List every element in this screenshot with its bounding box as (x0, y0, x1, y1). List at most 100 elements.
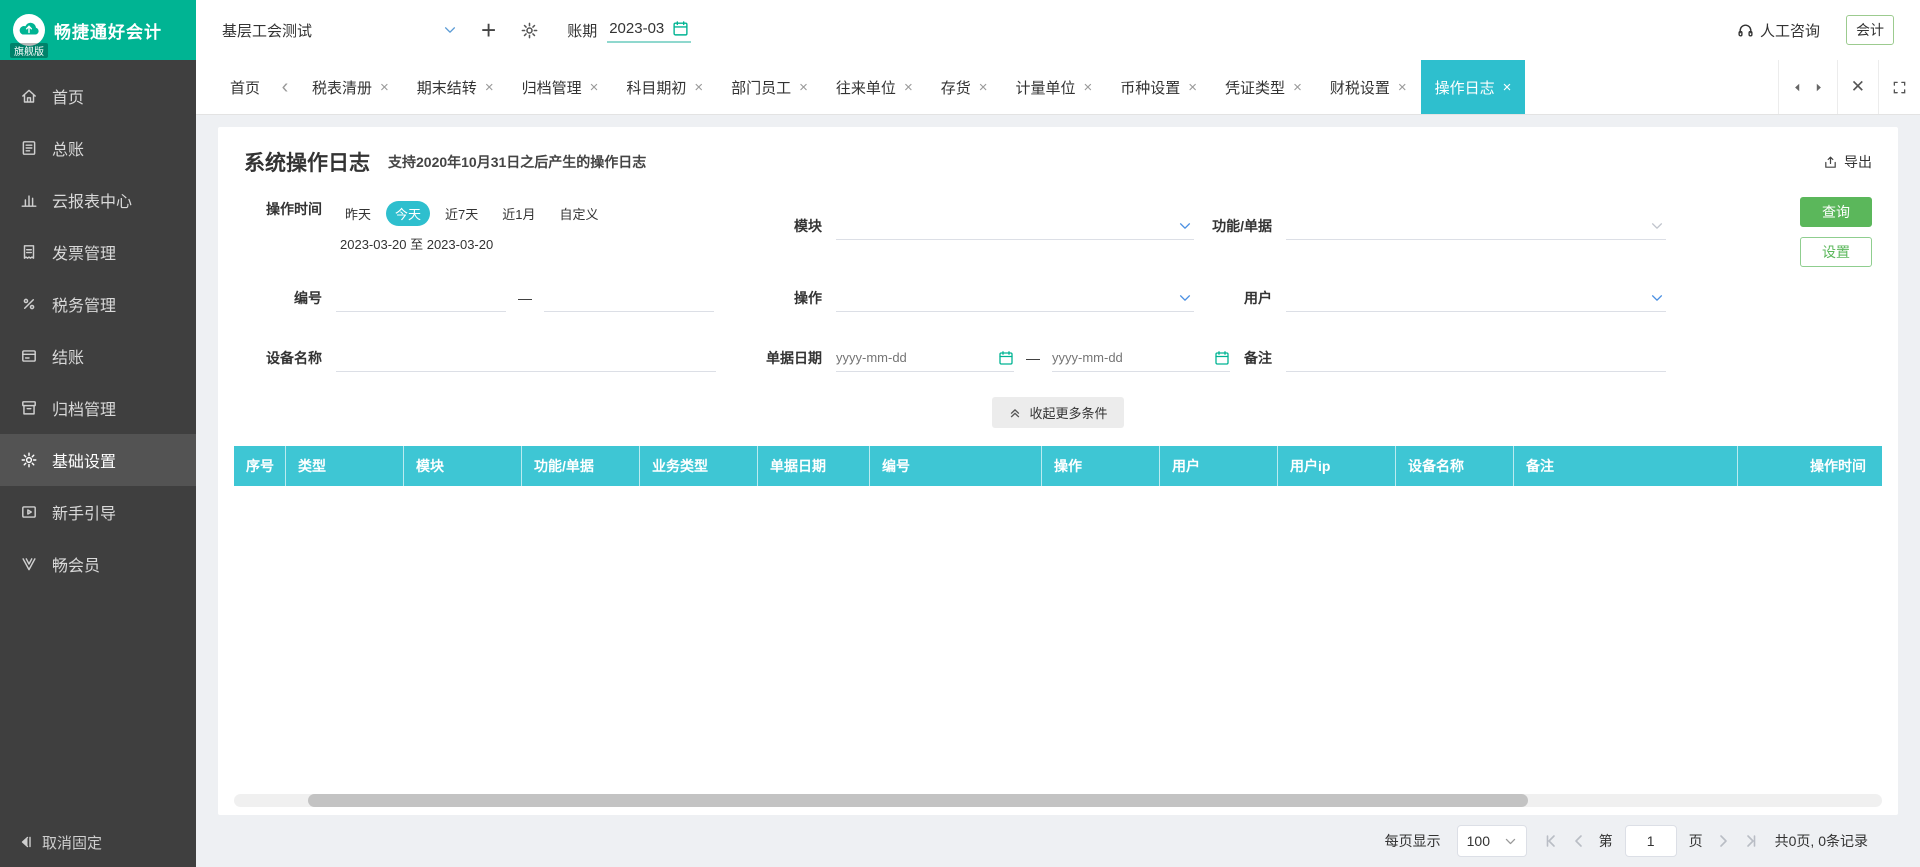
number-from-input[interactable] (336, 284, 506, 312)
tab-close-icon[interactable]: × (1084, 79, 1093, 96)
period-picker[interactable]: 2023-03 (607, 18, 692, 43)
tab-label: 税表清册 (312, 79, 373, 97)
sidebar-item-guide[interactable]: 新手引导 (0, 486, 196, 538)
range-separator: — (518, 290, 532, 306)
sidebar-item-invoice[interactable]: 发票管理 (0, 226, 196, 278)
device-name-input[interactable] (336, 344, 716, 372)
column-header[interactable]: 功能/单据 (522, 446, 640, 486)
close-all-tabs-button[interactable]: ✕ (1836, 60, 1878, 114)
tab[interactable]: 计量单位 × (1001, 60, 1106, 114)
export-button[interactable]: 导出 (1823, 152, 1872, 172)
tab-close-icon[interactable]: × (1293, 79, 1302, 96)
tab-close-icon[interactable]: × (799, 79, 808, 96)
tab[interactable]: 凭证类型 × (1211, 60, 1316, 114)
page-number-input[interactable] (1624, 825, 1677, 857)
column-header[interactable]: 备注 (1514, 446, 1738, 486)
role-badge[interactable]: 会计 (1846, 15, 1894, 45)
tab[interactable]: 币种设置 × (1106, 60, 1211, 114)
user-select[interactable] (1286, 284, 1666, 312)
double-chevron-up-icon (1008, 406, 1022, 420)
company-selector[interactable]: 基层工会测试 (222, 20, 457, 41)
tab-home[interactable]: 首页 (218, 60, 272, 114)
quick-option-today[interactable]: 今天 (386, 201, 431, 226)
tabs-scroll-left-button[interactable]: ‹ (272, 60, 298, 114)
tab[interactable]: 往来单位 × (822, 60, 927, 114)
doc-date-to-input[interactable] (1052, 350, 1214, 365)
tab-close-icon[interactable]: × (590, 79, 599, 96)
function-select[interactable] (1286, 212, 1666, 240)
tab-close-icon[interactable]: × (1398, 79, 1407, 96)
support-button[interactable]: 人工咨询 (1737, 20, 1820, 41)
fullscreen-button[interactable] (1878, 60, 1920, 114)
tab-close-icon[interactable]: × (979, 79, 988, 96)
sidebar-item-home[interactable]: 首页 (0, 70, 196, 122)
tab-controls: ✕ (1777, 60, 1920, 114)
scrollbar-thumb[interactable] (308, 794, 1528, 807)
column-header[interactable]: 设备名称 (1396, 446, 1514, 486)
prev-page-icon[interactable] (1571, 833, 1587, 849)
tab[interactable]: 归档管理 × (508, 60, 613, 114)
horizontal-scrollbar[interactable] (234, 794, 1882, 807)
column-header[interactable]: 业务类型 (640, 446, 758, 486)
log-table: 序号 类型 模块 功能/单据 业务类型 单据日期 编号 操作 用户 用户ip 设… (234, 446, 1882, 815)
unpin-sidebar-button[interactable]: 取消固定 (0, 817, 196, 867)
sidebar-item-tax[interactable]: 税务管理 (0, 278, 196, 330)
quick-option-yesterday[interactable]: 昨天 (336, 201, 380, 226)
column-header[interactable]: 操作 (1042, 446, 1160, 486)
quick-option-1month[interactable]: 近1月 (493, 201, 544, 226)
tab-close-icon[interactable]: × (485, 79, 494, 96)
arrow-left-icon[interactable] (1792, 82, 1803, 93)
page-title: 系统操作日志 (244, 152, 370, 175)
column-header[interactable]: 序号 (234, 446, 286, 486)
chevron-left-icon: ‹ (281, 75, 289, 98)
settings-button[interactable] (520, 21, 539, 40)
tab-label: 往来单位 (835, 79, 896, 97)
tab[interactable]: 部门员工 × (717, 60, 822, 114)
doc-date-from[interactable] (836, 344, 1014, 372)
column-header[interactable]: 单据日期 (758, 446, 870, 486)
operation-select[interactable] (836, 284, 1194, 312)
tab-close-icon[interactable]: × (694, 79, 703, 96)
tab[interactable]: 存货 × (927, 60, 1002, 114)
sidebar-item-basic-settings[interactable]: 基础设置 (0, 434, 196, 486)
column-header[interactable]: 编号 (870, 446, 1042, 486)
last-page-icon[interactable] (1743, 833, 1759, 849)
remark-input[interactable] (1286, 344, 1666, 372)
tab-close-icon[interactable]: × (1188, 79, 1197, 96)
tab-bar: 首页 ‹ 税表清册 × 期末结转 × 归档管理 × 科目期初 × 部门员工 × 往来单位 ×… (196, 60, 1920, 115)
column-header[interactable]: 用户 (1160, 446, 1278, 486)
column-header[interactable]: 模块 (404, 446, 522, 486)
column-header[interactable]: 用户ip (1278, 446, 1396, 486)
add-company-button[interactable]: + (481, 17, 496, 43)
tab[interactable]: 税表清册 × (298, 60, 403, 114)
first-page-icon[interactable] (1543, 833, 1559, 849)
sidebar-item-member[interactable]: 畅会员 (0, 538, 196, 590)
tab[interactable]: 财税设置 × (1316, 60, 1421, 114)
filter-settings-button[interactable]: 设置 (1800, 237, 1872, 267)
sidebar-item-cloud-reports[interactable]: 云报表中心 (0, 174, 196, 226)
column-header[interactable]: 操作时间 (1738, 446, 1882, 486)
module-select[interactable] (836, 212, 1194, 240)
tab[interactable]: 期末结转 × (403, 60, 508, 114)
tab-active[interactable]: 操作日志 × (1420, 60, 1526, 114)
tab-close-icon[interactable]: × (1503, 79, 1512, 96)
sidebar-item-closing[interactable]: 结账 (0, 330, 196, 382)
column-header[interactable]: 类型 (286, 446, 404, 486)
arrow-right-icon[interactable] (1813, 82, 1824, 93)
tab[interactable]: 科目期初 × (612, 60, 717, 114)
number-to-input[interactable] (544, 284, 714, 312)
sidebar-item-label: 云报表中心 (52, 194, 133, 211)
query-button[interactable]: 查询 (1800, 197, 1872, 227)
range-separator: — (1026, 350, 1040, 366)
next-page-icon[interactable] (1715, 833, 1731, 849)
tab-close-icon[interactable]: × (380, 79, 389, 96)
sidebar-item-archive[interactable]: 归档管理 (0, 382, 196, 434)
doc-date-from-input[interactable] (836, 350, 998, 365)
collapse-conditions-button[interactable]: 收起更多条件 (992, 397, 1124, 428)
calendar-icon[interactable] (998, 350, 1014, 366)
quick-option-custom[interactable]: 自定义 (551, 201, 608, 226)
per-page-select[interactable]: 100 (1456, 825, 1527, 857)
sidebar-item-general-ledger[interactable]: 总账 (0, 122, 196, 174)
quick-option-7days[interactable]: 近7天 (436, 201, 487, 226)
tab-close-icon[interactable]: × (904, 79, 913, 96)
